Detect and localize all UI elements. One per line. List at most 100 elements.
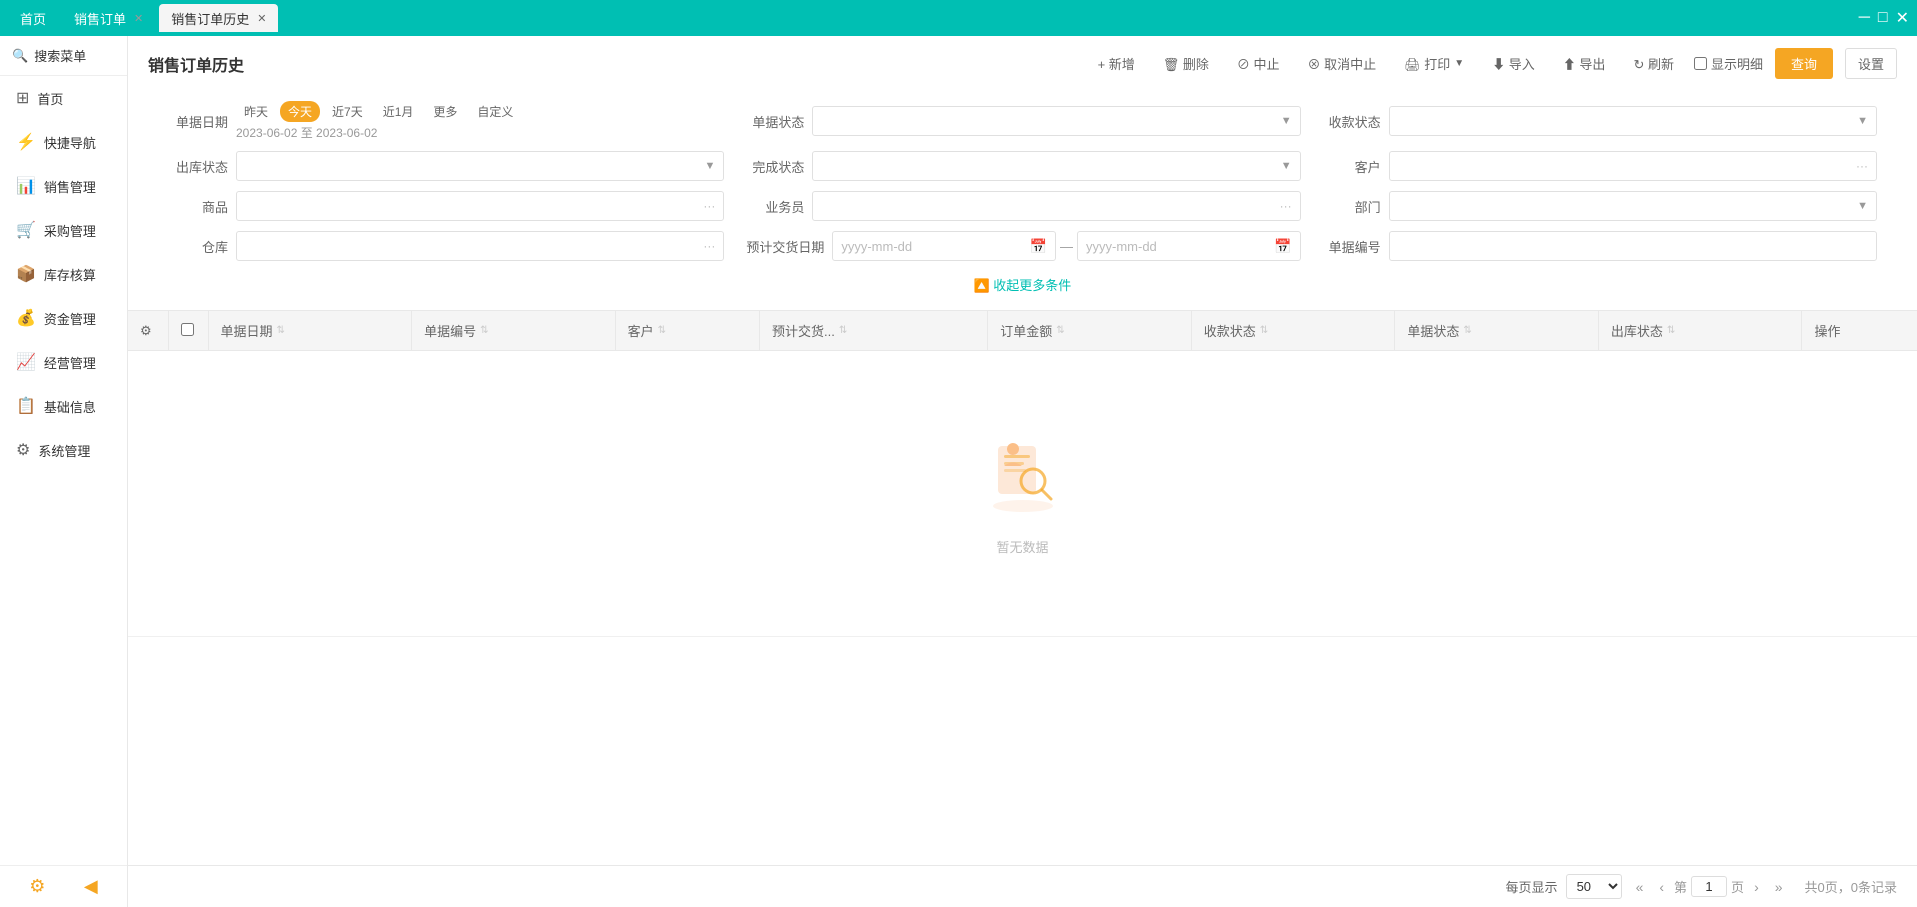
sidebar-item-quick-nav[interactable]: ⚡ 快捷导航 xyxy=(0,120,127,164)
sort-customer[interactable]: 客户 ⇅ xyxy=(628,321,747,340)
show-detail-checkbox[interactable] xyxy=(1694,57,1707,70)
date-yesterday[interactable]: 昨天 xyxy=(236,101,276,122)
col-order-no: 单据编号 ⇅ xyxy=(412,311,616,351)
page-number-input[interactable] xyxy=(1691,876,1727,897)
tab-home[interactable]: 首页 xyxy=(8,4,58,32)
sort-order-status[interactable]: 单据状态 ⇅ xyxy=(1407,321,1586,340)
delete-button[interactable]: 🗑 删除 xyxy=(1155,50,1217,77)
department-select[interactable]: ▼ xyxy=(1389,191,1877,221)
page-title-row: 销售订单历史 + 新增 🗑 删除 ⊘ 中止 ⊗ 取消中止 🖨 xyxy=(148,48,1897,79)
minimize-icon[interactable]: ─ xyxy=(1859,9,1870,27)
maximize-icon[interactable]: □ xyxy=(1878,9,1888,27)
sidebar-item-sales[interactable]: 📊 销售管理 xyxy=(0,164,127,208)
close-sales-order-tab[interactable]: ✕ xyxy=(134,12,143,25)
stop-button[interactable]: ⊘ 中止 xyxy=(1229,50,1288,77)
order-status-select[interactable]: ▼ xyxy=(812,106,1300,136)
tab-sales-order-history[interactable]: 销售订单历史 ✕ xyxy=(159,4,278,32)
basic-info-icon: 📋 xyxy=(16,396,36,416)
payment-status-arrow-icon: ▼ xyxy=(1857,115,1868,127)
sidebar-item-purchase[interactable]: 🛒 采购管理 xyxy=(0,208,127,252)
new-button[interactable]: + 新增 xyxy=(1090,50,1143,77)
order-status-label: 单据状态 xyxy=(744,112,804,131)
close-sales-order-history-tab[interactable]: ✕ xyxy=(257,12,266,25)
sort-order-amount-icon: ⇅ xyxy=(1056,325,1064,336)
prev-page-button[interactable]: ‹ xyxy=(1653,877,1670,897)
col-customer: 客户 ⇅ xyxy=(615,311,759,351)
completion-status-select[interactable]: ▼ xyxy=(812,151,1300,181)
delivery-status-select[interactable]: ▼ xyxy=(236,151,724,181)
sidebar-item-home[interactable]: ⊞ 首页 xyxy=(0,76,127,120)
table-settings-icon[interactable]: ⚙ xyxy=(140,323,152,338)
home-icon: ⊞ xyxy=(16,88,29,108)
goods-select[interactable]: ··· xyxy=(236,191,724,221)
sort-delivery-status[interactable]: 出库状态 ⇅ xyxy=(1611,321,1790,340)
settings-button[interactable]: 设置 xyxy=(1845,48,1897,79)
collapse-sidebar-icon[interactable]: ◀ xyxy=(84,876,98,897)
warehouse-select[interactable]: ··· xyxy=(236,231,724,261)
select-all-checkbox[interactable] xyxy=(181,323,194,336)
sort-payment-status-icon: ⇅ xyxy=(1260,325,1268,336)
sort-order-amount[interactable]: 订单金额 ⇅ xyxy=(1000,321,1179,340)
page-size-select[interactable]: 50 10 20 100 xyxy=(1566,874,1622,899)
date-last1month[interactable]: 近1月 xyxy=(375,101,422,122)
salesperson-select[interactable]: ··· xyxy=(812,191,1300,221)
collapse-filters[interactable]: 🔼 收起更多条件 xyxy=(168,271,1877,298)
table-area: ⚙ 单据日期 ⇅ 单据编号 xyxy=(128,311,1917,865)
sort-expected-delivery[interactable]: 预计交货... ⇅ xyxy=(772,321,975,340)
date-last7[interactable]: 近7天 xyxy=(324,101,371,122)
filter-salesperson: 业务员 ··· xyxy=(744,191,1300,221)
date-separator: — xyxy=(1060,239,1073,254)
table-header: ⚙ 单据日期 ⇅ 单据编号 xyxy=(128,311,1917,351)
print-button[interactable]: 🖨 打印 ▼ xyxy=(1396,50,1472,77)
order-number-input[interactable] xyxy=(1389,231,1877,261)
filter-order-status: 单据状态 ▼ xyxy=(744,106,1300,136)
sort-order-no-icon: ⇅ xyxy=(480,325,488,336)
pagination-bar: 每页显示 50 10 20 100 « ‹ 第 页 › » 共0页，0条记录 xyxy=(128,865,1917,907)
sidebar-item-system[interactable]: ⚙ 系统管理 xyxy=(0,428,127,472)
close-window-icon[interactable]: ✕ xyxy=(1896,8,1909,28)
last-page-button[interactable]: » xyxy=(1769,877,1789,897)
tab-sales-order[interactable]: 销售订单 ✕ xyxy=(62,4,155,32)
date-more[interactable]: 更多 xyxy=(425,101,465,122)
settings-bottom-icon[interactable]: ⚙ xyxy=(29,876,45,897)
col-payment-status: 收款状态 ⇅ xyxy=(1191,311,1395,351)
col-settings: ⚙ xyxy=(128,311,168,351)
calendar-end-icon: 📅 xyxy=(1274,238,1291,255)
cancel-stop-button[interactable]: ⊗ 取消中止 xyxy=(1300,50,1385,77)
warehouse-label: 仓库 xyxy=(168,237,228,256)
sidebar: 🔍 搜索菜单 ⊞ 首页 ⚡ 快捷导航 📊 销售管理 🛒 采购管理 📦 库存核算 … xyxy=(0,36,128,907)
payment-status-select[interactable]: ▼ xyxy=(1389,106,1877,136)
date-today[interactable]: 今天 xyxy=(280,101,320,122)
page-nav: « ‹ 第 页 › » xyxy=(1630,876,1789,897)
sidebar-item-finance[interactable]: 💰 资金管理 xyxy=(0,296,127,340)
customer-select[interactable]: ··· xyxy=(1389,151,1877,181)
page-label: 页 xyxy=(1731,877,1744,896)
sort-expected-delivery-icon: ⇅ xyxy=(839,325,847,336)
expected-delivery-start[interactable]: yyyy-mm-dd 📅 xyxy=(832,231,1056,261)
sidebar-item-inventory[interactable]: 📦 库存核算 xyxy=(0,252,127,296)
date-custom[interactable]: 自定义 xyxy=(469,101,521,122)
sort-order-no[interactable]: 单据编号 ⇅ xyxy=(424,321,603,340)
goods-more-icon: ··· xyxy=(703,199,715,213)
completion-status-label: 完成状态 xyxy=(744,157,804,176)
first-page-button[interactable]: « xyxy=(1630,877,1650,897)
import-button[interactable]: ⬇ 导入 xyxy=(1484,50,1543,77)
refresh-button[interactable]: ↻ 刷新 xyxy=(1625,50,1682,77)
page-header: 销售订单历史 + 新增 🗑 删除 ⊘ 中止 ⊗ 取消中止 🖨 xyxy=(128,36,1917,311)
query-button[interactable]: 查询 xyxy=(1775,48,1833,79)
sidebar-search[interactable]: 🔍 搜索菜单 xyxy=(0,36,127,76)
filter-department: 部门 ▼ xyxy=(1321,191,1877,221)
system-icon: ⚙ xyxy=(16,440,30,460)
filter-goods: 商品 ··· xyxy=(168,191,724,221)
quick-nav-icon: ⚡ xyxy=(16,132,36,152)
sort-order-date[interactable]: 单据日期 ⇅ xyxy=(221,321,400,340)
show-detail-checkbox-label[interactable]: 显示明细 xyxy=(1694,54,1763,73)
export-button[interactable]: ⬆ 导出 xyxy=(1555,50,1614,77)
sidebar-item-basic-info[interactable]: 📋 基础信息 xyxy=(0,384,127,428)
sort-payment-status[interactable]: 收款状态 ⇅ xyxy=(1204,321,1383,340)
col-order-amount: 订单金额 ⇅ xyxy=(988,311,1192,351)
purchase-icon: 🛒 xyxy=(16,220,36,240)
next-page-button[interactable]: › xyxy=(1748,877,1765,897)
expected-delivery-end[interactable]: yyyy-mm-dd 📅 xyxy=(1077,231,1301,261)
sidebar-item-operations[interactable]: 📈 经营管理 xyxy=(0,340,127,384)
